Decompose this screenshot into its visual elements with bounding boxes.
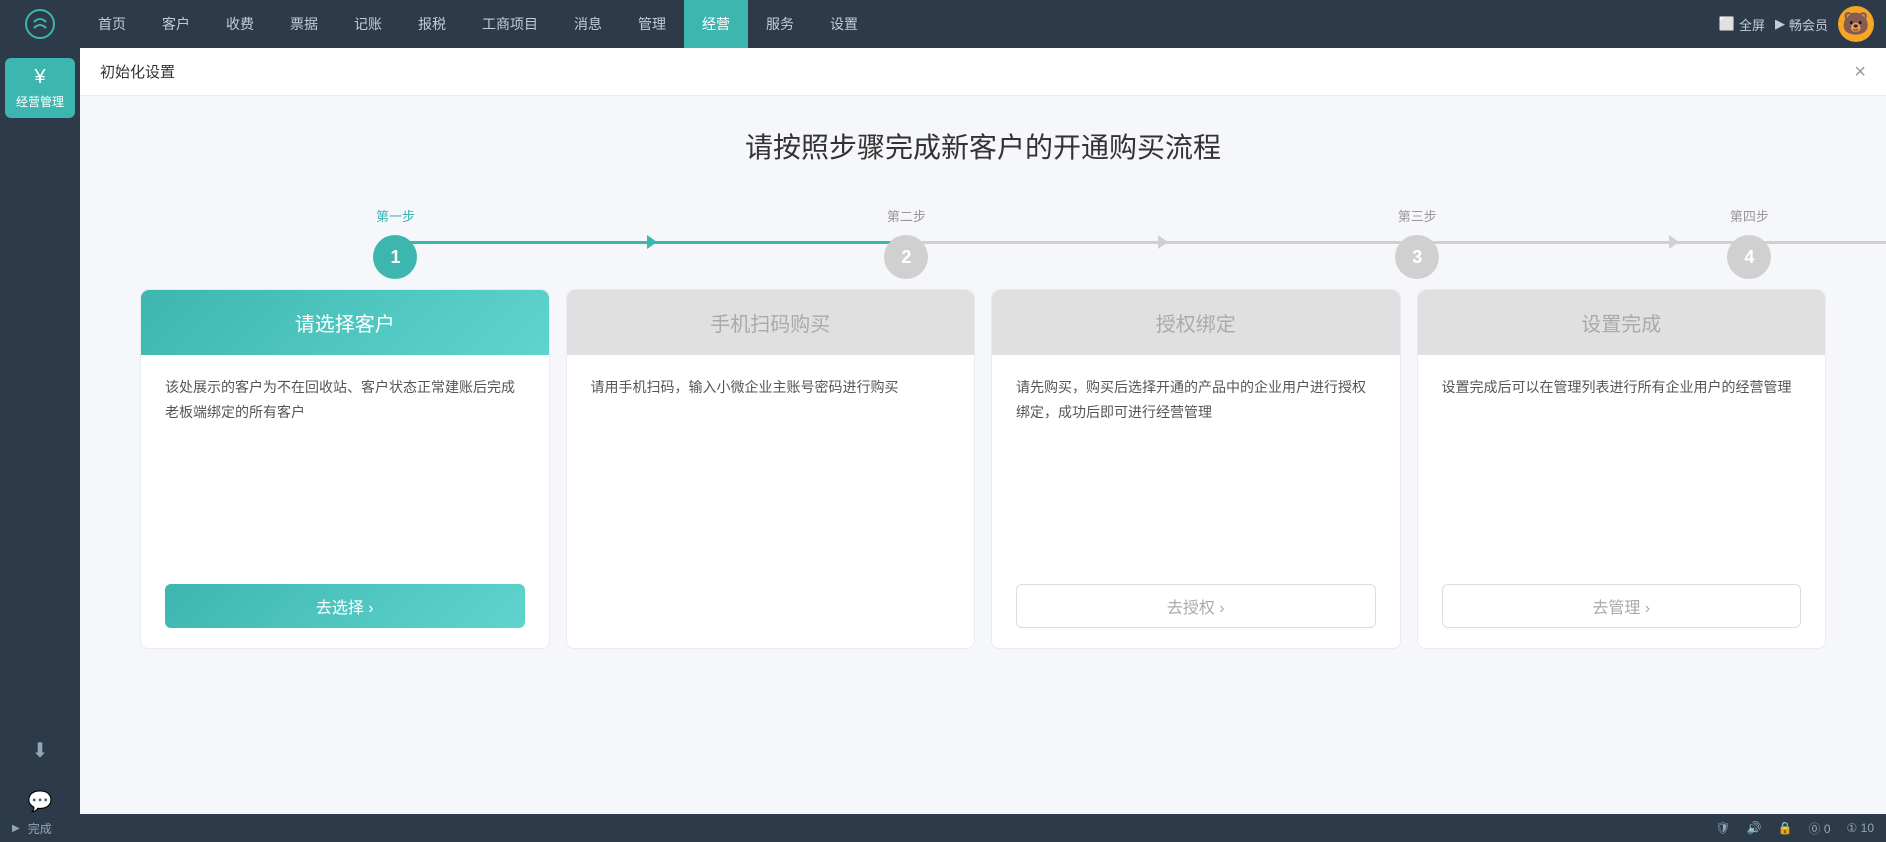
page-breadcrumb: 初始化设置 — [100, 61, 175, 82]
nav-item-客户[interactable]: 客户 — [144, 0, 208, 48]
card-select-customer: 请选择客户 该处展示的客户为不在回收站、客户状态正常建账后完成老板端绑定的所有客… — [140, 289, 550, 649]
alert-count: ① 10 — [1847, 821, 1874, 835]
download-icon: ⬇ — [32, 738, 49, 763]
management-icon: ¥ — [34, 66, 45, 89]
step-3-circle: 3 — [1395, 235, 1439, 279]
step-4-circle: 4 — [1727, 235, 1771, 279]
page-title: 请按照步骤完成新客户的开通购买流程 — [140, 126, 1826, 166]
sidebar-bottom: ⬇ 💬 — [5, 730, 75, 822]
nav-item-工商项目[interactable]: 工商项目 — [464, 0, 556, 48]
fullscreen-icon: ⬜ — [1719, 16, 1735, 32]
nav-item-记账[interactable]: 记账 — [336, 0, 400, 48]
membership-icon: ▶ — [1775, 16, 1785, 32]
main-content: 初始化设置 × 请按照步骤完成新客户的开通购买流程 第一步 1 第二步 2 — [80, 48, 1886, 814]
support-icon: 💬 — [28, 789, 53, 814]
step-1-circle: 1 — [373, 235, 417, 279]
fullscreen-label: 全屏 — [1739, 15, 1765, 34]
step-1-label: 第一步 — [376, 206, 415, 225]
card-1-body: 该处展示的客户为不在回收站、客户状态正常建账后完成老板端绑定的所有客户 — [141, 355, 549, 584]
step-4-label: 第四步 — [1730, 206, 1769, 225]
nav-item-经营[interactable]: 经营 — [684, 0, 748, 48]
nav-item-服务[interactable]: 服务 — [748, 0, 812, 48]
card-1-footer: 去选择 › — [141, 584, 549, 628]
main-body: 请按照步骤完成新客户的开通购买流程 第一步 1 第二步 2 — [80, 96, 1886, 814]
card-complete: 设置完成 设置完成后可以在管理列表进行所有企业用户的经营管理 去管理 › — [1417, 289, 1827, 649]
step-2-label: 第二步 — [887, 206, 926, 225]
nav-item-首页[interactable]: 首页 — [80, 0, 144, 48]
sidebar-item-management[interactable]: ¥ 经营管理 — [5, 58, 75, 118]
nav-item-消息[interactable]: 消息 — [556, 0, 620, 48]
status-bar-right: 🛡 🔊 🔒 ⓪ 0 ① 10 — [1715, 820, 1874, 837]
notification-count: ⓪ 0 — [1809, 820, 1831, 837]
go-select-button[interactable]: 去选择 › — [165, 584, 525, 628]
card-2-body: 请用手机扫码，输入小微企业主账号密码进行购买 — [567, 355, 975, 628]
nav-item-收费[interactable]: 收费 — [208, 0, 272, 48]
steps-progress: 第一步 1 第二步 2 第三步 3 — [140, 206, 1826, 279]
nav-item-票据[interactable]: 票据 — [272, 0, 336, 48]
close-button[interactable]: × — [1854, 62, 1866, 82]
card-scan-qr: 手机扫码购买 请用手机扫码，输入小微企业主账号密码进行购买 — [566, 289, 976, 649]
card-2-header: 手机扫码购买 — [567, 290, 975, 355]
volume-icon: 🔊 — [1747, 821, 1762, 835]
lock-icon: 🔒 — [1778, 821, 1793, 835]
step-line-3 — [1417, 241, 1886, 244]
sidebar-item-label: 经营管理 — [16, 93, 64, 110]
top-nav-right: ⬜ 全屏 ▶ 畅会员 🐻 — [1719, 6, 1886, 42]
shield-icon: 🛡 — [1715, 821, 1730, 835]
card-4-footer: 去管理 › — [1418, 584, 1826, 628]
go-authorize-button[interactable]: 去授权 › — [1016, 584, 1376, 628]
status-text: 完成 — [28, 820, 52, 837]
step-arrow-2 — [1158, 235, 1168, 249]
membership-label: 畅会员 — [1789, 15, 1828, 34]
nav-logo — [0, 0, 80, 48]
card-4-body: 设置完成后可以在管理列表进行所有企业用户的经营管理 — [1418, 355, 1826, 584]
step-1: 第一步 1 — [140, 206, 651, 279]
nav-item-报税[interactable]: 报税 — [400, 0, 464, 48]
nav-item-管理[interactable]: 管理 — [620, 0, 684, 48]
sidebar-item-download[interactable]: ⬇ — [5, 730, 75, 771]
sidebar: ¥ 经营管理 ⬇ 💬 — [0, 48, 80, 842]
cards-container: 请选择客户 该处展示的客户为不在回收站、客户状态正常建账后完成老板端绑定的所有客… — [140, 289, 1826, 649]
card-1-header: 请选择客户 — [141, 290, 549, 355]
card-3-footer: 去授权 › — [992, 584, 1400, 628]
step-3-label: 第三步 — [1398, 206, 1437, 225]
go-manage-button[interactable]: 去管理 › — [1442, 584, 1802, 628]
membership-btn[interactable]: ▶ 畅会员 — [1775, 15, 1828, 34]
top-nav: 首页客户收费票据记账报税工商项目消息管理经营服务设置 ⬜ 全屏 ▶ 畅会员 🐻 — [0, 0, 1886, 48]
status-bar: ▶ 完成 🛡 🔊 🔒 ⓪ 0 ① 10 — [0, 814, 1886, 842]
step-2-circle: 2 — [884, 235, 928, 279]
status-play-icon: ▶ — [12, 823, 20, 834]
card-3-body: 请先购买，购买后选择开通的产品中的企业用户进行授权绑定，成功后即可进行经营管理 — [992, 355, 1400, 584]
nav-item-设置[interactable]: 设置 — [812, 0, 876, 48]
logo-icon — [24, 8, 56, 40]
card-authorize: 授权绑定 请先购买，购买后选择开通的产品中的企业用户进行授权绑定，成功后即可进行… — [991, 289, 1401, 649]
fullscreen-btn[interactable]: ⬜ 全屏 — [1719, 15, 1765, 34]
user-avatar[interactable]: 🐻 — [1838, 6, 1874, 42]
card-4-header: 设置完成 — [1418, 290, 1826, 355]
step-arrow-3 — [1669, 235, 1679, 249]
step-arrow-1 — [647, 235, 657, 249]
card-3-header: 授权绑定 — [992, 290, 1400, 355]
nav-items: 首页客户收费票据记账报税工商项目消息管理经营服务设置 — [80, 0, 876, 48]
main-header: 初始化设置 × — [80, 48, 1886, 96]
